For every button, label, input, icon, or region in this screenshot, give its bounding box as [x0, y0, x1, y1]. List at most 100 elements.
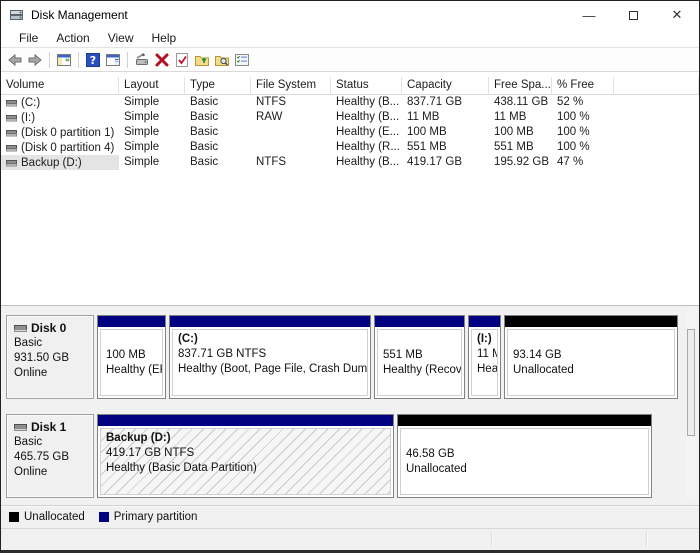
volume-type: Basic — [190, 96, 219, 108]
volume-list-pane: Volume Layout Type File System Status Ca… — [1, 72, 699, 305]
volume-status: Healthy (R... — [336, 141, 400, 153]
maximize-icon — [628, 10, 638, 20]
svg-text:?: ? — [90, 54, 96, 67]
close-button[interactable]: ✕ — [655, 1, 699, 29]
table-row-selected[interactable]: Backup (D:) Simple Basic NTFS Healthy (B… — [1, 155, 699, 170]
table-row[interactable]: (Disk 0 partition 4) Simple Basic Health… — [1, 140, 699, 155]
vertical-scrollbar[interactable] — [686, 309, 696, 502]
volume-layout: Simple — [124, 141, 160, 153]
partition-recovery[interactable]: 551 MB Healthy (Recove — [374, 315, 465, 399]
column-header-capacity[interactable]: Capacity — [402, 77, 489, 95]
unallocated-band — [398, 415, 651, 426]
volume-status: Healthy (E... — [336, 126, 400, 138]
primary-partition-band — [98, 316, 165, 327]
partition-i[interactable]: (I:) 11 M Heal — [468, 315, 501, 399]
disk-1-row: Disk 1 Basic 465.75 GB Online Backup (D:… — [6, 414, 699, 498]
properties-icon[interactable] — [232, 50, 252, 70]
partition-status: Heal — [477, 363, 498, 375]
legend-primary-partition: Primary partition — [98, 511, 198, 523]
volume-type: Basic — [190, 141, 219, 153]
volume-capacity: 551 MB — [407, 141, 447, 153]
legend-bar: Unallocated Primary partition — [1, 505, 699, 528]
column-header-volume[interactable]: Volume — [1, 77, 119, 95]
partition-backup-d[interactable]: Backup (D:) 419.17 GB NTFS Healthy (Basi… — [97, 414, 394, 498]
volume-type: Basic — [190, 111, 219, 123]
volume-free-space: 438.11 GB — [494, 96, 549, 108]
disk-type: Basic — [14, 436, 43, 448]
action-pane-icon[interactable] — [103, 50, 123, 70]
back-icon[interactable] — [5, 50, 25, 70]
column-header-file-system[interactable]: File System — [251, 77, 331, 95]
partition-efi[interactable]: 100 MB Healthy (EF — [97, 315, 166, 399]
mark-active-icon[interactable] — [172, 50, 192, 70]
volume-icon — [6, 115, 17, 122]
menu-help[interactable]: Help — [143, 31, 186, 45]
volume-pct-free: 100 % — [557, 126, 590, 138]
column-header-status[interactable]: Status — [331, 77, 402, 95]
volume-icon — [6, 160, 17, 167]
unallocated-band — [505, 316, 677, 327]
menu-view[interactable]: View — [99, 31, 143, 45]
disk-size: 931.50 GB — [14, 352, 69, 364]
toolbar-separator — [127, 51, 128, 68]
disk-management-window: Disk Management — ✕ File Action View Hel… — [0, 0, 700, 553]
partition-title: (C:) — [178, 333, 198, 345]
volume-status: Healthy (B... — [336, 111, 400, 123]
volume-name: Backup (D:) — [21, 157, 82, 169]
table-row[interactable]: (I:) Simple Basic RAW Healthy (B... 11 M… — [1, 110, 699, 125]
volume-status: Healthy (B... — [336, 96, 400, 108]
maximize-button[interactable] — [611, 1, 655, 29]
volume-status: Healthy (B... — [336, 156, 400, 168]
volume-layout: Simple — [124, 126, 160, 138]
explore-folder-icon[interactable] — [212, 50, 232, 70]
disk-1-label[interactable]: Disk 1 Basic 465.75 GB Online — [6, 414, 94, 498]
partition-status: Unallocated — [513, 363, 574, 376]
forward-icon[interactable] — [25, 50, 45, 70]
disk-graphical-pane: Disk 0 Basic 931.50 GB Online 100 MB Hea… — [1, 305, 699, 505]
disk-status: Online — [14, 367, 48, 379]
table-row[interactable]: (C:) Simple Basic NTFS Healthy (B... 837… — [1, 95, 699, 110]
primary-partition-band — [469, 316, 500, 327]
volume-capacity: 11 MB — [407, 111, 440, 123]
volume-type: Basic — [190, 126, 219, 138]
unallocated-space-disk0[interactable]: 93.14 GB Unallocated — [504, 315, 678, 399]
partition-c[interactable]: (C:) 837.71 GB NTFS Healthy (Boot, Page … — [169, 315, 371, 399]
open-folder-icon[interactable] — [192, 50, 212, 70]
partition-size: 419.17 GB NTFS — [106, 447, 195, 459]
unallocated-space-disk1[interactable]: 46.58 GB Unallocated — [397, 414, 652, 498]
status-bar — [1, 528, 699, 550]
scrollbar-thumb[interactable] — [687, 329, 695, 436]
minimize-button[interactable]: — — [567, 1, 611, 29]
disk-name: Disk 1 — [31, 420, 67, 434]
column-header-pct-free[interactable]: % Free — [552, 77, 614, 95]
toolbar-separator — [78, 51, 79, 68]
title-bar: Disk Management — ✕ — [1, 1, 699, 29]
console-tree-icon[interactable] — [54, 50, 74, 70]
window-title: Disk Management — [31, 8, 128, 22]
disk-status: Online — [14, 466, 48, 478]
disk-icon — [14, 424, 27, 431]
legend-unallocated: Unallocated — [9, 511, 85, 523]
primary-partition-band — [170, 316, 370, 327]
device-icon[interactable] — [132, 50, 152, 70]
column-header-type[interactable]: Type — [185, 77, 251, 95]
column-header-free-space[interactable]: Free Spa... — [489, 77, 552, 95]
delete-volume-icon[interactable] — [152, 50, 172, 70]
help-icon[interactable]: ? — [83, 50, 103, 70]
menu-action[interactable]: Action — [47, 31, 98, 45]
volume-pct-free: 100 % — [557, 111, 590, 123]
table-row[interactable]: (Disk 0 partition 1) Simple Basic Health… — [1, 125, 699, 140]
unallocated-swatch — [9, 512, 19, 522]
menu-file[interactable]: File — [10, 31, 47, 45]
volume-capacity: 419.17 GB — [407, 156, 462, 168]
disk-0-row: Disk 0 Basic 931.50 GB Online 100 MB Hea… — [6, 315, 699, 399]
legend-label: Primary partition — [113, 511, 198, 523]
column-header-layout[interactable]: Layout — [119, 77, 185, 95]
volume-free-space: 551 MB — [494, 141, 534, 153]
disk-type: Basic — [14, 337, 43, 349]
partition-title: Backup (D:) — [106, 432, 171, 444]
disk-0-label[interactable]: Disk 0 Basic 931.50 GB Online — [6, 315, 94, 399]
partition-size: 11 M — [477, 348, 497, 360]
volume-file-system: NTFS — [256, 156, 287, 168]
volume-pct-free: 47 % — [557, 156, 584, 168]
